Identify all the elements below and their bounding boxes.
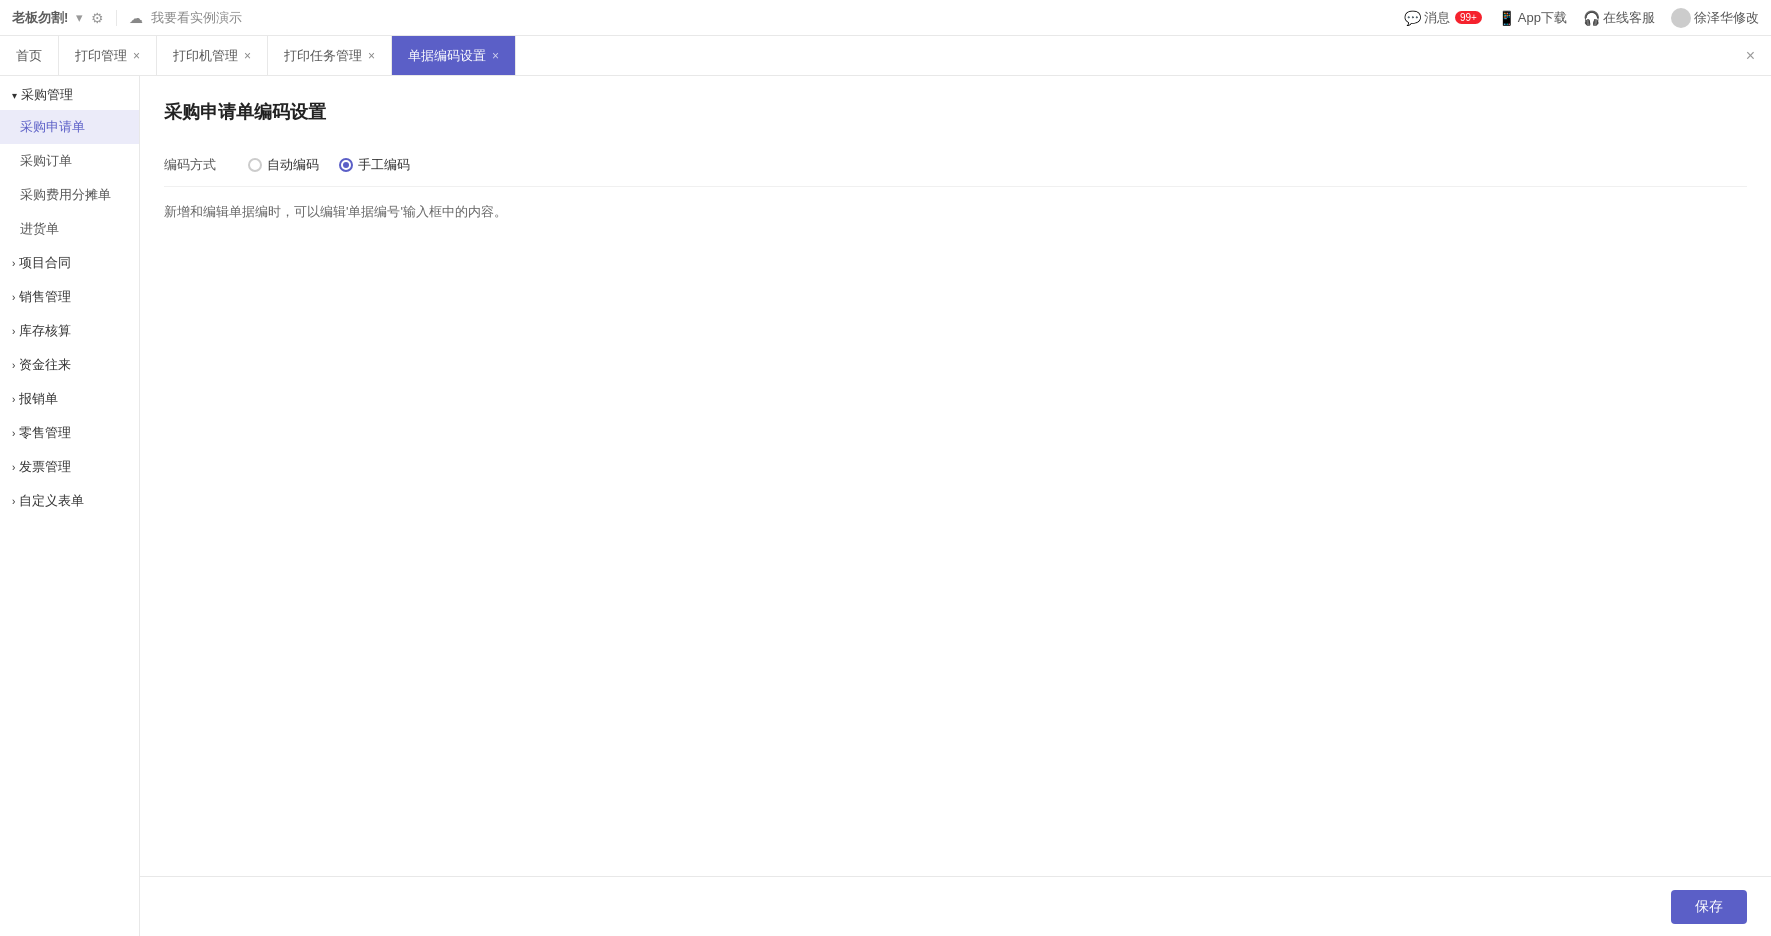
hint-text: 新增和编辑单据编时，可以编辑'单据编号'输入框中的内容。 — [164, 203, 1747, 221]
sidebar-group-invoice-label: 发票管理 — [19, 458, 71, 476]
cloud-icon: ☁ — [129, 10, 143, 26]
coding-label: 编码方式 — [164, 156, 224, 174]
content-main: 采购申请单编码设置 编码方式 自动编码 手工编码 新增和编辑单据编时，可以编辑'… — [140, 76, 1771, 876]
top-bar-right: 💬 消息 99+ 📱 App下载 🎧 在线客服 徐泽华修改 — [1404, 8, 1759, 28]
user-label: 徐泽华修改 — [1694, 9, 1759, 27]
message-icon: 💬 — [1404, 10, 1421, 26]
radio-group: 自动编码 手工编码 — [248, 156, 410, 174]
sidebar-group-custom-form[interactable]: › 自定义表单 — [0, 484, 139, 518]
sidebar-group-finance[interactable]: › 资金往来 — [0, 348, 139, 382]
sidebar-section-purchase[interactable]: ▾ 采购管理 — [0, 76, 139, 110]
service-icon: 🎧 — [1583, 10, 1600, 26]
chevron-right-icon-retail: › — [12, 428, 15, 439]
save-button[interactable]: 保存 — [1671, 890, 1747, 924]
sidebar-group-retail[interactable]: › 零售管理 — [0, 416, 139, 450]
coding-row: 编码方式 自动编码 手工编码 — [164, 144, 1747, 187]
sidebar-item-purchase-order[interactable]: 采购订单 — [0, 144, 139, 178]
sidebar-group-custom-label: 自定义表单 — [19, 492, 84, 510]
sidebar-group-project[interactable]: › 项目合同 — [0, 246, 139, 280]
chevron-right-icon: › — [12, 258, 15, 269]
tab-single-code[interactable]: 单据编码设置 × — [392, 36, 516, 75]
sidebar: ▾ 采购管理 采购申请单 采购订单 采购费用分摊单 进货单 › 项目合同 › 销… — [0, 76, 140, 936]
sidebar-group-returns-label: 报销单 — [19, 390, 58, 408]
sidebar-group-returns[interactable]: › 报销单 — [0, 382, 139, 416]
search-hint: 我要看实例演示 — [151, 9, 242, 27]
sidebar-group-retail-label: 零售管理 — [19, 424, 71, 442]
app-label: App下载 — [1518, 9, 1567, 27]
divider — [116, 10, 117, 26]
chevron-right-icon-invoice: › — [12, 462, 15, 473]
sidebar-section-purchase-label: 采购管理 — [21, 86, 73, 104]
tab-bar-close-all[interactable]: × — [1746, 47, 1755, 65]
sidebar-item-purchase-order-label: 采购订单 — [20, 152, 72, 170]
dropdown-icon[interactable]: ▾ — [76, 10, 83, 25]
sidebar-item-purchase-apply[interactable]: 采购申请单 — [0, 110, 139, 144]
tab-printer-mgmt-label: 打印机管理 — [173, 47, 238, 65]
sidebar-group-inventory-label: 库存核算 — [19, 322, 71, 340]
sidebar-group-sales[interactable]: › 销售管理 — [0, 280, 139, 314]
content-footer: 保存 — [140, 876, 1771, 936]
radio-auto-circle — [248, 158, 262, 172]
tab-single-code-close[interactable]: × — [492, 49, 499, 63]
top-bar-left: 老板勿割! ▾ ⚙ ☁ 我要看实例演示 — [12, 9, 242, 27]
tab-bar: 首页 打印管理 × 打印机管理 × 打印任务管理 × 单据编码设置 × × — [0, 36, 1771, 76]
service-button[interactable]: 🎧 在线客服 — [1583, 9, 1655, 27]
avatar-icon — [1671, 8, 1691, 28]
service-label: 在线客服 — [1603, 9, 1655, 27]
radio-manual-label: 手工编码 — [358, 156, 410, 174]
message-badge: 99+ — [1455, 11, 1482, 24]
page-title: 采购申请单编码设置 — [164, 100, 1747, 124]
tab-print-task-close[interactable]: × — [368, 49, 375, 63]
tab-printer-mgmt-close[interactable]: × — [244, 49, 251, 63]
top-bar: 老板勿割! ▾ ⚙ ☁ 我要看实例演示 💬 消息 99+ 📱 App下载 🎧 在… — [0, 0, 1771, 36]
tab-home[interactable]: 首页 — [0, 36, 59, 75]
sidebar-item-stock-in[interactable]: 进货单 — [0, 212, 139, 246]
tab-home-label: 首页 — [16, 47, 42, 65]
message-button[interactable]: 💬 消息 99+ — [1404, 9, 1482, 27]
tab-print-mgmt-close[interactable]: × — [133, 49, 140, 63]
sidebar-group-finance-label: 资金往来 — [19, 356, 71, 374]
settings-icon[interactable]: ⚙ — [91, 10, 104, 26]
sidebar-item-purchase-expense-label: 采购费用分摊单 — [20, 186, 111, 204]
content-area: 采购申请单编码设置 编码方式 自动编码 手工编码 新增和编辑单据编时，可以编辑'… — [140, 76, 1771, 936]
sidebar-item-purchase-expense[interactable]: 采购费用分摊单 — [0, 178, 139, 212]
logo: 老板勿割! — [12, 9, 68, 27]
sidebar-item-purchase-apply-label: 采购申请单 — [20, 118, 85, 136]
tab-bar-wrapper: 首页 打印管理 × 打印机管理 × 打印任务管理 × 单据编码设置 × × — [0, 36, 1771, 75]
chevron-right-icon-returns: › — [12, 394, 15, 405]
sidebar-item-stock-in-label: 进货单 — [20, 220, 59, 238]
tab-printer-mgmt[interactable]: 打印机管理 × — [157, 36, 268, 75]
tab-print-task[interactable]: 打印任务管理 × — [268, 36, 392, 75]
chevron-down-icon: ▾ — [12, 90, 17, 101]
app-download-button[interactable]: 📱 App下载 — [1498, 9, 1567, 27]
message-label: 消息 — [1424, 9, 1450, 27]
radio-manual-code[interactable]: 手工编码 — [339, 156, 410, 174]
tab-print-mgmt-label: 打印管理 — [75, 47, 127, 65]
radio-auto-label: 自动编码 — [267, 156, 319, 174]
chevron-right-icon-finance: › — [12, 360, 15, 371]
chevron-right-icon-inventory: › — [12, 326, 15, 337]
main-layout: ▾ 采购管理 采购申请单 采购订单 采购费用分摊单 进货单 › 项目合同 › 销… — [0, 76, 1771, 936]
tab-print-task-label: 打印任务管理 — [284, 47, 362, 65]
radio-manual-circle — [339, 158, 353, 172]
radio-auto-code[interactable]: 自动编码 — [248, 156, 319, 174]
chevron-right-icon-custom: › — [12, 496, 15, 507]
chevron-right-icon-sales: › — [12, 292, 15, 303]
user-menu[interactable]: 徐泽华修改 — [1671, 8, 1759, 28]
sidebar-group-project-label: 项目合同 — [19, 254, 71, 272]
sidebar-group-inventory[interactable]: › 库存核算 — [0, 314, 139, 348]
tab-print-mgmt[interactable]: 打印管理 × — [59, 36, 157, 75]
sidebar-group-sales-label: 销售管理 — [19, 288, 71, 306]
sidebar-group-invoice[interactable]: › 发票管理 — [0, 450, 139, 484]
tab-single-code-label: 单据编码设置 — [408, 47, 486, 65]
app-icon: 📱 — [1498, 10, 1515, 26]
